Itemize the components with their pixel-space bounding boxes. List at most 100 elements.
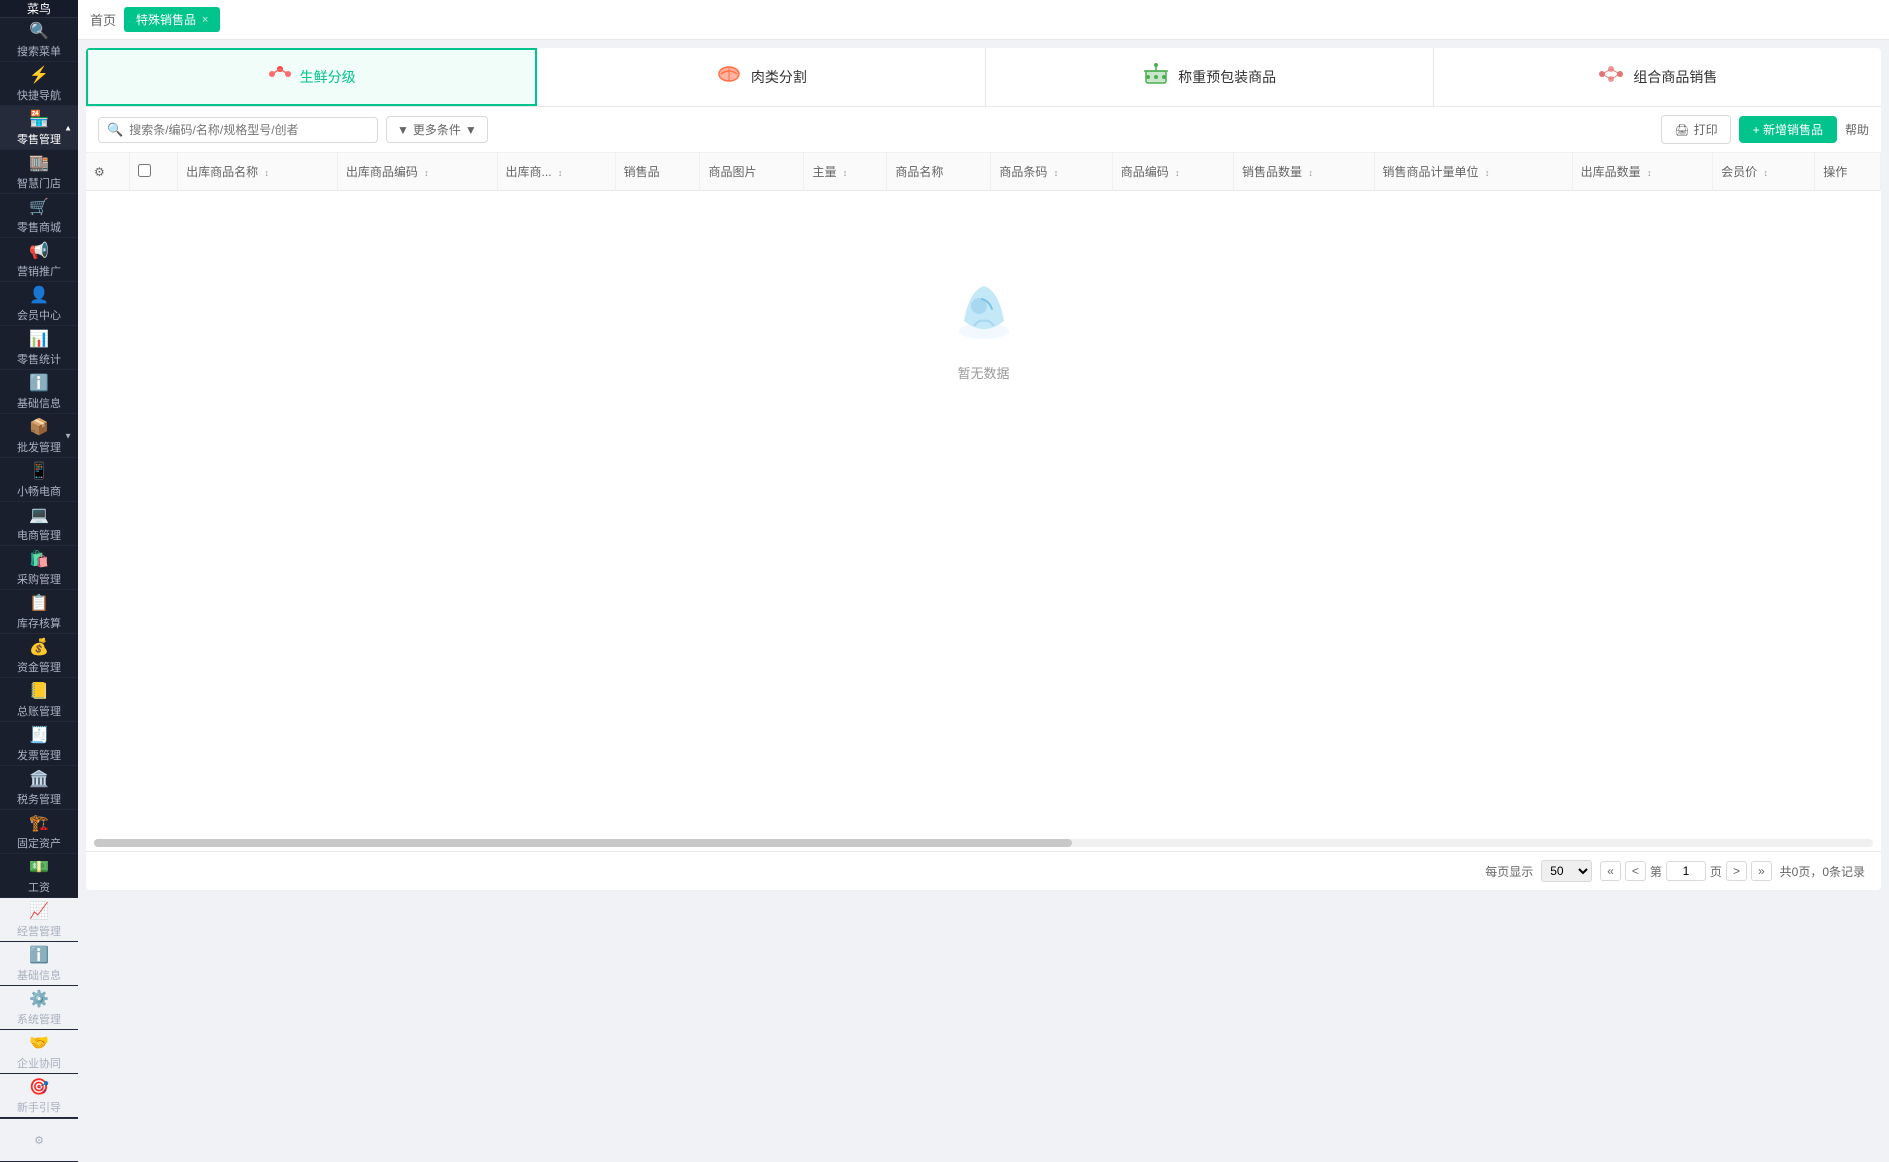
col-goods-img[interactable]: 商品图片 — [700, 153, 804, 191]
select-all-checkbox[interactable] — [138, 164, 151, 177]
scroll-thumb[interactable] — [94, 839, 1072, 847]
table-header-row: ⚙ 出库商品名称 ↕ 出库商品编码 ↕ — [86, 153, 1881, 191]
page-label-pre: 第 — [1650, 863, 1662, 880]
sidebar-item-retail-mgmt[interactable]: 🏪 零售管理 — [0, 106, 78, 150]
filter-icon: ▼ — [397, 123, 409, 137]
sort-arrows-icon: ↕ — [1054, 168, 1059, 178]
col-out-qty[interactable]: 出库品数量 ↕ — [1572, 153, 1713, 191]
col-member-price[interactable]: 会员价 ↕ — [1713, 153, 1815, 191]
sidebar-item-label: 基础信息 — [17, 967, 61, 983]
close-tab-button[interactable]: × — [202, 14, 208, 26]
sidebar-item-label: 资金管理 — [17, 659, 61, 675]
sales-promo-icon: 📢 — [29, 241, 49, 261]
col-out-name[interactable]: 出库商品名称 ↕ — [178, 153, 338, 191]
sidebar-item-wages[interactable]: 💵 工资 — [0, 854, 78, 898]
operation-mgmt-icon: 📈 — [29, 901, 49, 921]
sidebar-item-label: 工资 — [28, 879, 50, 895]
enterprise-coop-icon: 🤝 — [29, 1033, 49, 1053]
toolbar-right: 🖨 打印 + 新增销售品 帮助 — [1661, 115, 1869, 144]
general-ledger-icon: 📒 — [29, 681, 49, 701]
sidebar-settings-button[interactable]: ⚙ — [0, 1118, 78, 1162]
ecommerce-mgmt-icon: 💻 — [29, 505, 49, 525]
col-settings[interactable]: ⚙ — [86, 153, 130, 191]
search-menu-icon: 🔍 — [29, 21, 49, 41]
sidebar-item-operation-mgmt[interactable]: 📈 经营管理 — [0, 898, 78, 942]
tab-meat-cut[interactable]: 肉类分割 — [537, 48, 985, 106]
col-out-code[interactable]: 出库商品编码 ↕ — [337, 153, 497, 191]
last-page-button[interactable]: » — [1751, 861, 1772, 881]
retail-mgmt-icon: 🏪 — [29, 109, 49, 129]
sort-arrows-icon: ↕ — [843, 168, 848, 178]
sidebar-item-finance-mgmt[interactable]: 💰 资金管理 — [0, 634, 78, 678]
search-box[interactable]: 🔍 — [98, 117, 378, 143]
col-goods-barcode[interactable]: 商品条码 ↕ — [991, 153, 1112, 191]
system-mgmt-icon: ⚙️ — [29, 989, 49, 1009]
print-icon: 🖨 — [1674, 123, 1689, 137]
col-goods-name[interactable]: 商品名称 — [887, 153, 991, 191]
sidebar-item-search-menu[interactable]: 🔍 搜索菜单 — [0, 18, 78, 62]
first-page-button[interactable]: « — [1600, 861, 1621, 881]
sidebar-item-member-center[interactable]: 👤 会员中心 — [0, 282, 78, 326]
filter-button[interactable]: ▼ 更多条件 ▼ — [386, 116, 488, 143]
bottom-bar: 每页显示 102050100 « < 第 页 > » 共0页，0条记录 — [86, 851, 1881, 890]
empty-state: 暂无数据 — [86, 191, 1881, 462]
sidebar-item-basic-info2[interactable]: ℹ️ 基础信息 — [0, 942, 78, 986]
tab-combo-sale[interactable]: 组合商品销售 — [1434, 48, 1881, 106]
new-sale-button[interactable]: + 新增销售品 — [1739, 116, 1837, 143]
tab-weighed-prepack[interactable]: 称重预包装商品 — [986, 48, 1434, 106]
inventory-check-icon: 📋 — [29, 593, 49, 613]
sidebar-item-inventory-check[interactable]: 📋 库存核算 — [0, 590, 78, 634]
sidebar-item-label: 快捷导航 — [17, 87, 61, 103]
search-input[interactable] — [129, 123, 369, 137]
filter-arrow-icon: ▼ — [465, 123, 477, 137]
sidebar-item-label: 系统管理 — [17, 1011, 61, 1027]
sidebar-item-label: 基础信息 — [17, 395, 61, 411]
help-button[interactable]: 帮助 — [1845, 121, 1869, 138]
sidebar-item-system-mgmt[interactable]: ⚙️ 系统管理 — [0, 986, 78, 1030]
sidebar-item-smart-store[interactable]: 🏬 智慧门店 — [0, 150, 78, 194]
home-link[interactable]: 首页 — [90, 10, 116, 29]
sidebar-item-newbie-guide[interactable]: 🎯 新手引导 — [0, 1074, 78, 1118]
tab-weighed-prepack-label: 称重预包装商品 — [1178, 67, 1276, 87]
sidebar-item-label: 固定资产 — [17, 835, 61, 851]
sidebar-item-basic-info[interactable]: ℹ️ 基础信息 — [0, 370, 78, 414]
page-number-input[interactable] — [1666, 861, 1706, 881]
col-out-spec[interactable]: 出库商... ↕ — [497, 153, 615, 191]
print-button[interactable]: 🖨 打印 — [1661, 115, 1730, 144]
combo-sale-icon — [1597, 64, 1625, 90]
sidebar-item-label: 零售统计 — [17, 351, 61, 367]
sidebar-item-tax-mgmt[interactable]: 🏛️ 税务管理 — [0, 766, 78, 810]
smart-store-icon: 🏬 — [29, 153, 49, 173]
sidebar-item-ecommerce-mgmt[interactable]: 💻 电商管理 — [0, 502, 78, 546]
sidebar-item-purchase-mgmt[interactable]: 🛍️ 采购管理 — [0, 546, 78, 590]
next-page-button[interactable]: > — [1726, 861, 1747, 881]
sidebar-item-fixed-assets[interactable]: 🏗️ 固定资产 — [0, 810, 78, 854]
weighed-prepack-icon — [1142, 63, 1170, 91]
per-page-select[interactable]: 102050100 — [1541, 860, 1592, 882]
col-sale-unit[interactable]: 销售商品计量单位 ↕ — [1374, 153, 1572, 191]
sidebar-item-quick-nav[interactable]: ⚡ 快捷导航 — [0, 62, 78, 106]
sidebar-item-mini-program[interactable]: 📱 小畅电商 — [0, 458, 78, 502]
page-navigation: « < 第 页 > » — [1600, 861, 1771, 881]
sidebar-item-sales-promo[interactable]: 📢 营销推广 — [0, 238, 78, 282]
col-sale-qty[interactable]: 销售品数量 ↕ — [1234, 153, 1375, 191]
sidebar-item-invoice-mgmt[interactable]: 🧾 发票管理 — [0, 722, 78, 766]
sidebar-item-label: 电商管理 — [17, 527, 61, 543]
col-sale-goods[interactable]: 销售品 — [615, 153, 700, 191]
sidebar-item-general-ledger[interactable]: 📒 总账管理 — [0, 678, 78, 722]
col-main-weight[interactable]: 主量 ↕ — [804, 153, 887, 191]
active-tab[interactable]: 特殊销售品 × — [124, 7, 220, 32]
sidebar-item-wholesale-mgmt[interactable]: 📦 批发管理 — [0, 414, 78, 458]
search-icon: 🔍 — [107, 122, 123, 138]
sidebar-item-retail-stats[interactable]: 📊 零售统计 — [0, 326, 78, 370]
horizontal-scrollbar[interactable] — [94, 839, 1873, 847]
sidebar-item-retail-mall[interactable]: 🛒 零售商城 — [0, 194, 78, 238]
prev-page-button[interactable]: < — [1625, 861, 1646, 881]
tab-fresh-grade[interactable]: 生鲜分级 — [86, 48, 537, 106]
fixed-assets-icon: 🏗️ — [29, 813, 49, 833]
tab-fresh-grade-label: 生鲜分级 — [300, 67, 356, 87]
col-goods-code[interactable]: 商品编码 ↕ — [1112, 153, 1233, 191]
new-sale-label: + 新增销售品 — [1753, 121, 1823, 138]
col-checkbox[interactable] — [130, 153, 178, 191]
sidebar-item-enterprise-coop[interactable]: 🤝 企业协同 — [0, 1030, 78, 1074]
